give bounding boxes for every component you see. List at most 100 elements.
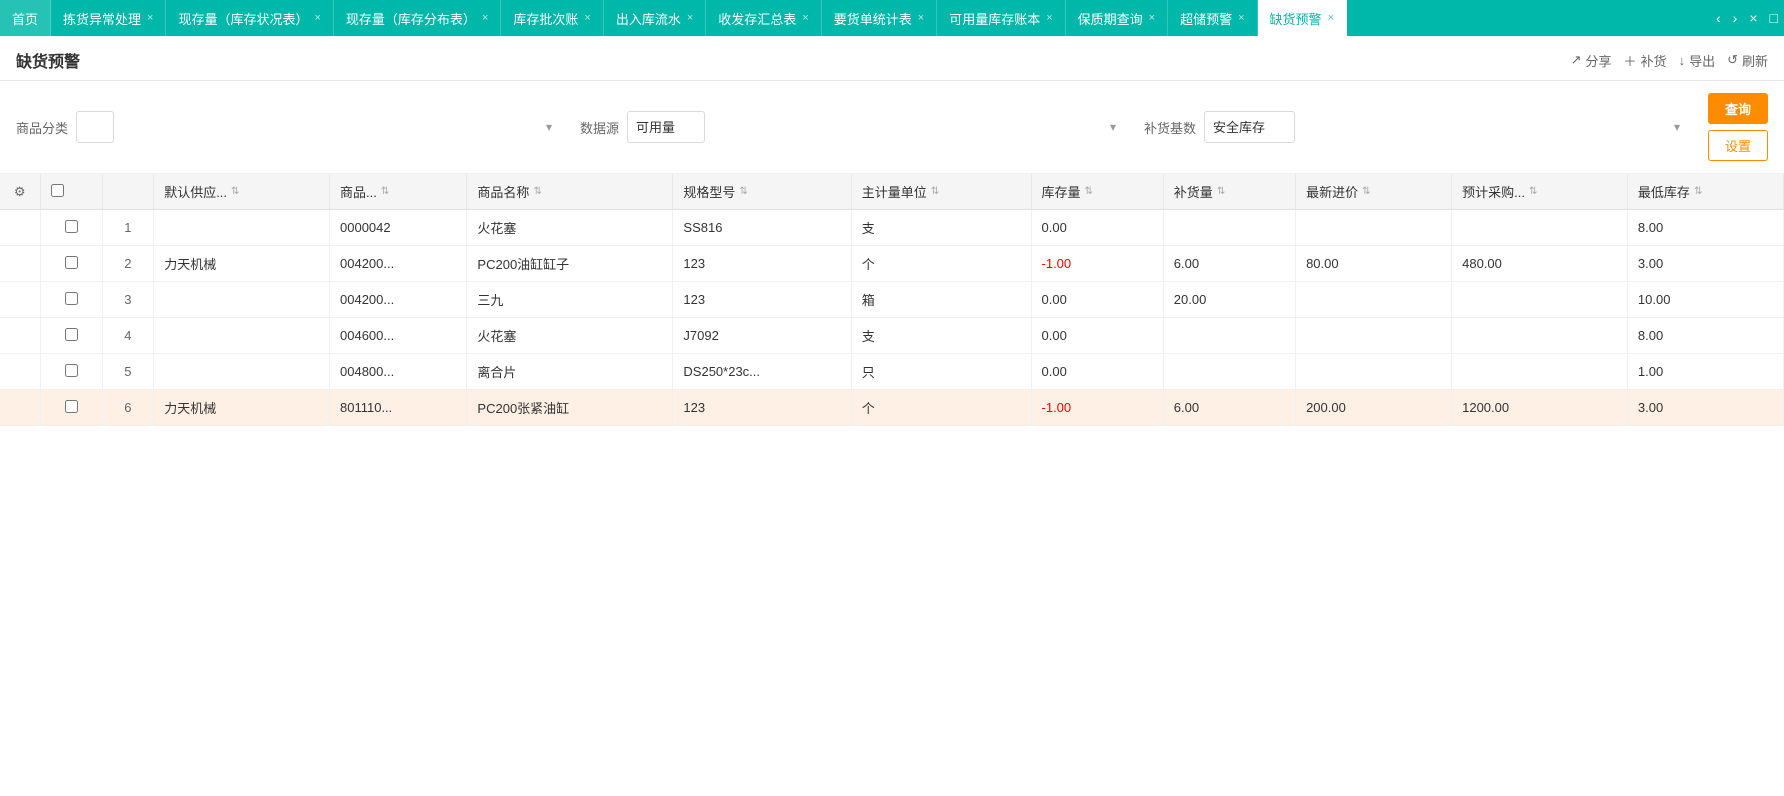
row-settings-cell bbox=[0, 210, 40, 246]
tab-缺货预警[interactable]: 缺货预警× bbox=[1258, 0, 1347, 36]
table-row: 2 力天机械 004200... PC200油缸缸子 123 个 -1.00 6… bbox=[0, 246, 1784, 282]
row-checkbox-cell[interactable] bbox=[40, 318, 102, 354]
row-settings-cell bbox=[0, 318, 40, 354]
row-product-code: 004800... bbox=[330, 354, 467, 390]
row-num: 6 bbox=[102, 390, 154, 426]
th-estimated-purchase[interactable]: 预计采购... ⇅ bbox=[1452, 174, 1628, 210]
row-min-stock: 10.00 bbox=[1627, 282, 1783, 318]
row-product-code: 004200... bbox=[330, 282, 467, 318]
row-spec: SS816 bbox=[673, 210, 851, 246]
row-checkbox[interactable] bbox=[65, 400, 78, 413]
tab-收发存汇总[interactable]: 收发存汇总表 × bbox=[706, 0, 821, 36]
row-checkbox-cell[interactable] bbox=[40, 354, 102, 390]
tab-现存量状况[interactable]: 现存量（库存状况表） × bbox=[166, 0, 333, 36]
row-stock: -1.00 bbox=[1031, 390, 1163, 426]
refresh-icon: ↺ bbox=[1727, 52, 1738, 68]
row-stock: 0.00 bbox=[1031, 354, 1163, 390]
tab-要货单统计[interactable]: 要货单统计表 × bbox=[822, 0, 937, 36]
row-supplement bbox=[1163, 318, 1295, 354]
row-product-name: PC200张紧油缸 bbox=[467, 390, 673, 426]
row-checkbox-cell[interactable] bbox=[40, 390, 102, 426]
row-num: 4 bbox=[102, 318, 154, 354]
tab-现存量分布[interactable]: 现存量（库存分布表）× bbox=[334, 0, 501, 36]
tab-close-出入库流水[interactable]: × bbox=[687, 12, 693, 24]
sort-icon-spec: ⇅ bbox=[739, 186, 747, 197]
row-supplement bbox=[1163, 354, 1295, 390]
row-min-stock: 8.00 bbox=[1627, 210, 1783, 246]
row-product-name: PC200油缸缸子 bbox=[467, 246, 673, 282]
row-checkbox-cell[interactable] bbox=[40, 246, 102, 282]
th-min-stock[interactable]: 最低库存 ⇅ bbox=[1627, 174, 1783, 210]
tab-close-异常处理[interactable]: × bbox=[147, 12, 153, 24]
sort-icon-supplement: ⇅ bbox=[1217, 186, 1225, 197]
row-latest-price bbox=[1296, 210, 1452, 246]
select-all-checkbox[interactable] bbox=[51, 184, 64, 197]
row-estimated-purchase: 1200.00 bbox=[1452, 390, 1628, 426]
row-checkbox[interactable] bbox=[65, 220, 78, 233]
th-product-name[interactable]: 商品名称 ⇅ bbox=[467, 174, 673, 210]
close-window-btn[interactable]: × bbox=[1743, 0, 1763, 36]
tab-close-批次账[interactable]: × bbox=[584, 12, 590, 24]
row-product-code: 0000042 bbox=[330, 210, 467, 246]
tab-可用量库存账本[interactable]: 可用量库存账本× bbox=[937, 0, 1065, 36]
supplement-btn[interactable]: ＋ 补货 bbox=[1624, 51, 1667, 70]
table-row: 5 004800... 离合片 DS250*23c... 只 0.00 1.00 bbox=[0, 354, 1784, 390]
export-btn[interactable]: ↓ 导出 bbox=[1679, 51, 1716, 70]
settings-button[interactable]: 设置 bbox=[1708, 130, 1768, 161]
row-supplier: 力天机械 bbox=[154, 390, 330, 426]
tab-close-保质期查询[interactable]: × bbox=[1149, 12, 1155, 24]
share-icon: ↗ bbox=[1571, 52, 1582, 68]
tab-close-现存量状况[interactable]: × bbox=[314, 12, 320, 24]
th-stock[interactable]: 库存量 ⇅ bbox=[1031, 174, 1163, 210]
row-checkbox[interactable] bbox=[65, 292, 78, 305]
replenish-select[interactable]: 安全库存 bbox=[1204, 111, 1295, 143]
tab-close-超储预警[interactable]: × bbox=[1238, 12, 1244, 24]
tab-close-要货单统计[interactable]: × bbox=[918, 12, 924, 24]
row-checkbox[interactable] bbox=[65, 364, 78, 377]
th-product-code[interactable]: 商品... ⇅ bbox=[330, 174, 467, 210]
tab-close-缺货预警[interactable]: × bbox=[1328, 12, 1334, 24]
row-stock: 0.00 bbox=[1031, 318, 1163, 354]
tab-出入库流水[interactable]: 出入库流水× bbox=[604, 0, 706, 36]
tab-label-要货单统计: 要货单统计表 bbox=[834, 9, 912, 28]
tab-close-现存量分布[interactable]: × bbox=[482, 12, 488, 24]
tab-close-收发存汇总[interactable]: × bbox=[802, 12, 808, 24]
tab-超储预警[interactable]: 超储预警× bbox=[1168, 0, 1257, 36]
column-settings-btn[interactable]: ⚙ bbox=[10, 184, 30, 200]
tab-批次账[interactable]: 库存批次账× bbox=[501, 0, 603, 36]
table-row: 4 004600... 火花塞 J7092 支 0.00 8.00 bbox=[0, 318, 1784, 354]
row-latest-price: 80.00 bbox=[1296, 246, 1452, 282]
query-button[interactable]: 查询 bbox=[1708, 93, 1768, 124]
sort-icon-min-stock: ⇅ bbox=[1694, 186, 1702, 197]
row-checkbox-cell[interactable] bbox=[40, 210, 102, 246]
tab-close-可用量库存账本[interactable]: × bbox=[1046, 12, 1052, 24]
tab-label-收发存汇总: 收发存汇总表 bbox=[718, 9, 796, 28]
tab-label-保质期查询: 保质期查询 bbox=[1078, 9, 1143, 28]
tab-home[interactable]: 首页 bbox=[0, 0, 51, 36]
row-num: 5 bbox=[102, 354, 154, 390]
th-default-supplier[interactable]: 默认供应... ⇅ bbox=[154, 174, 330, 210]
row-stock: 0.00 bbox=[1031, 282, 1163, 318]
datasource-select[interactable]: 可用量 bbox=[627, 111, 705, 143]
row-supplement: 6.00 bbox=[1163, 390, 1295, 426]
th-spec[interactable]: 规格型号 ⇅ bbox=[673, 174, 851, 210]
th-supplement[interactable]: 补货量 ⇅ bbox=[1163, 174, 1295, 210]
share-btn[interactable]: ↗ 分享 bbox=[1571, 51, 1612, 70]
tab-异常处理[interactable]: 拣货异常处理× bbox=[51, 0, 166, 36]
row-checkbox[interactable] bbox=[65, 328, 78, 341]
row-estimated-purchase bbox=[1452, 318, 1628, 354]
tab-next-btn[interactable]: › bbox=[1727, 0, 1744, 36]
row-estimated-purchase bbox=[1452, 354, 1628, 390]
row-spec: DS250*23c... bbox=[673, 354, 851, 390]
tab-保质期查询[interactable]: 保质期查询 × bbox=[1066, 0, 1168, 36]
row-checkbox-cell[interactable] bbox=[40, 282, 102, 318]
category-select[interactable] bbox=[76, 111, 114, 143]
tab-label-现存量状况: 现存量（库存状况表） bbox=[178, 9, 308, 28]
row-checkbox[interactable] bbox=[65, 256, 78, 269]
refresh-btn[interactable]: ↺ 刷新 bbox=[1727, 51, 1768, 70]
th-latest-price[interactable]: 最新进价 ⇅ bbox=[1296, 174, 1452, 210]
tab-prev-btn[interactable]: ‹ bbox=[1710, 0, 1727, 36]
row-latest-price bbox=[1296, 354, 1452, 390]
th-unit[interactable]: 主计量单位 ⇅ bbox=[851, 174, 1031, 210]
maximize-btn[interactable]: □ bbox=[1764, 0, 1784, 36]
